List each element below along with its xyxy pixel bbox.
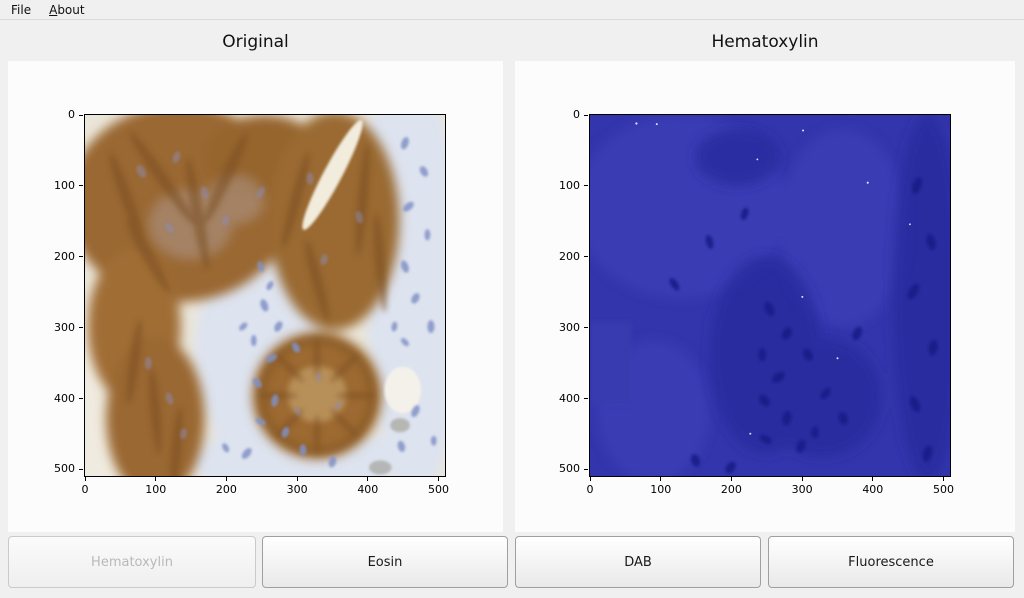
x-tick-mark: [730, 477, 732, 481]
menu-item-about[interactable]: About: [40, 2, 94, 18]
x-tick-label: 200: [720, 483, 742, 496]
x-tick-mark: [589, 477, 591, 481]
y-tick-label: 100: [559, 178, 580, 192]
x-tick-label: 300: [791, 483, 813, 496]
x-tick-label: 500: [933, 483, 955, 496]
panel-title-original: Original: [222, 32, 289, 52]
x-tick-label: 0: [586, 483, 594, 496]
y-tick-mark: [584, 398, 588, 400]
y-tick-mark: [79, 398, 83, 400]
hematoxylin-plot: 0 100 200 300 400 500 0 100 200 300 400 500: [559, 109, 954, 496]
y-tick-mark: [584, 114, 588, 116]
y-tick-mark: [79, 256, 83, 258]
button-eosin[interactable]: Eosin: [262, 536, 508, 588]
y-tick-label: 200: [54, 249, 75, 263]
x-tick-mark: [296, 477, 298, 481]
menu-bar: File About: [0, 0, 1024, 20]
y-tick-mark: [584, 468, 588, 470]
x-tick-label: 500: [428, 483, 450, 496]
original-plot: 0 100 200 300 400 500 0 100 200 300 400 500: [54, 109, 449, 496]
y-tick-label: 500: [559, 462, 580, 476]
x-tick-label: 100: [650, 483, 672, 496]
original-image: [85, 115, 445, 476]
x-tick-mark: [155, 477, 157, 481]
button-fluorescence[interactable]: Fluorescence: [768, 536, 1014, 588]
y-tick-label: 500: [54, 462, 75, 476]
y-tick-mark: [584, 256, 588, 258]
x-tick-label: 0: [81, 483, 89, 496]
x-tick-mark: [438, 477, 440, 481]
y-tick-mark: [79, 327, 83, 329]
y-tick-mark: [584, 185, 588, 187]
y-tick-label: 200: [559, 249, 580, 263]
y-tick-label: 400: [54, 391, 75, 405]
y-tick-label: 300: [559, 320, 580, 334]
y-tick-label: 300: [54, 320, 75, 334]
y-tick-mark: [79, 185, 83, 187]
y-tick-label: 0: [573, 108, 580, 121]
y-tick-mark: [79, 114, 83, 116]
x-tick-label: 400: [357, 483, 379, 496]
x-tick-mark: [801, 477, 803, 481]
button-row: Hematoxylin Eosin DAB Fluorescence: [0, 536, 1024, 588]
x-tick-mark: [943, 477, 945, 481]
x-tick-mark: [225, 477, 227, 481]
x-tick-mark: [367, 477, 369, 481]
y-tick-label: 400: [559, 391, 580, 405]
hematoxylin-image: [590, 115, 950, 476]
button-hematoxylin: Hematoxylin: [8, 536, 256, 588]
original-panel: 0 100 200 300 400 500 0 100 200 300 400 500: [8, 61, 503, 532]
menu-item-file[interactable]: File: [2, 2, 40, 18]
y-tick-mark: [584, 327, 588, 329]
x-tick-mark: [84, 477, 86, 481]
y-tick-label: 100: [54, 178, 75, 192]
y-tick-label: 0: [68, 108, 75, 121]
x-tick-label: 100: [145, 483, 167, 496]
y-tick-mark: [79, 468, 83, 470]
hematoxylin-panel: 0 100 200 300 400 500 0 100 200 300 400 500: [515, 61, 1015, 532]
x-tick-label: 400: [862, 483, 884, 496]
x-tick-label: 300: [286, 483, 308, 496]
x-tick-mark: [660, 477, 662, 481]
app-window: { "menu": { "items": [ {"label": "File"}…: [0, 0, 1024, 598]
x-tick-mark: [872, 477, 874, 481]
x-tick-label: 200: [215, 483, 237, 496]
button-dab[interactable]: DAB: [515, 536, 761, 588]
panel-title-hematoxylin: Hematoxylin: [711, 32, 819, 52]
